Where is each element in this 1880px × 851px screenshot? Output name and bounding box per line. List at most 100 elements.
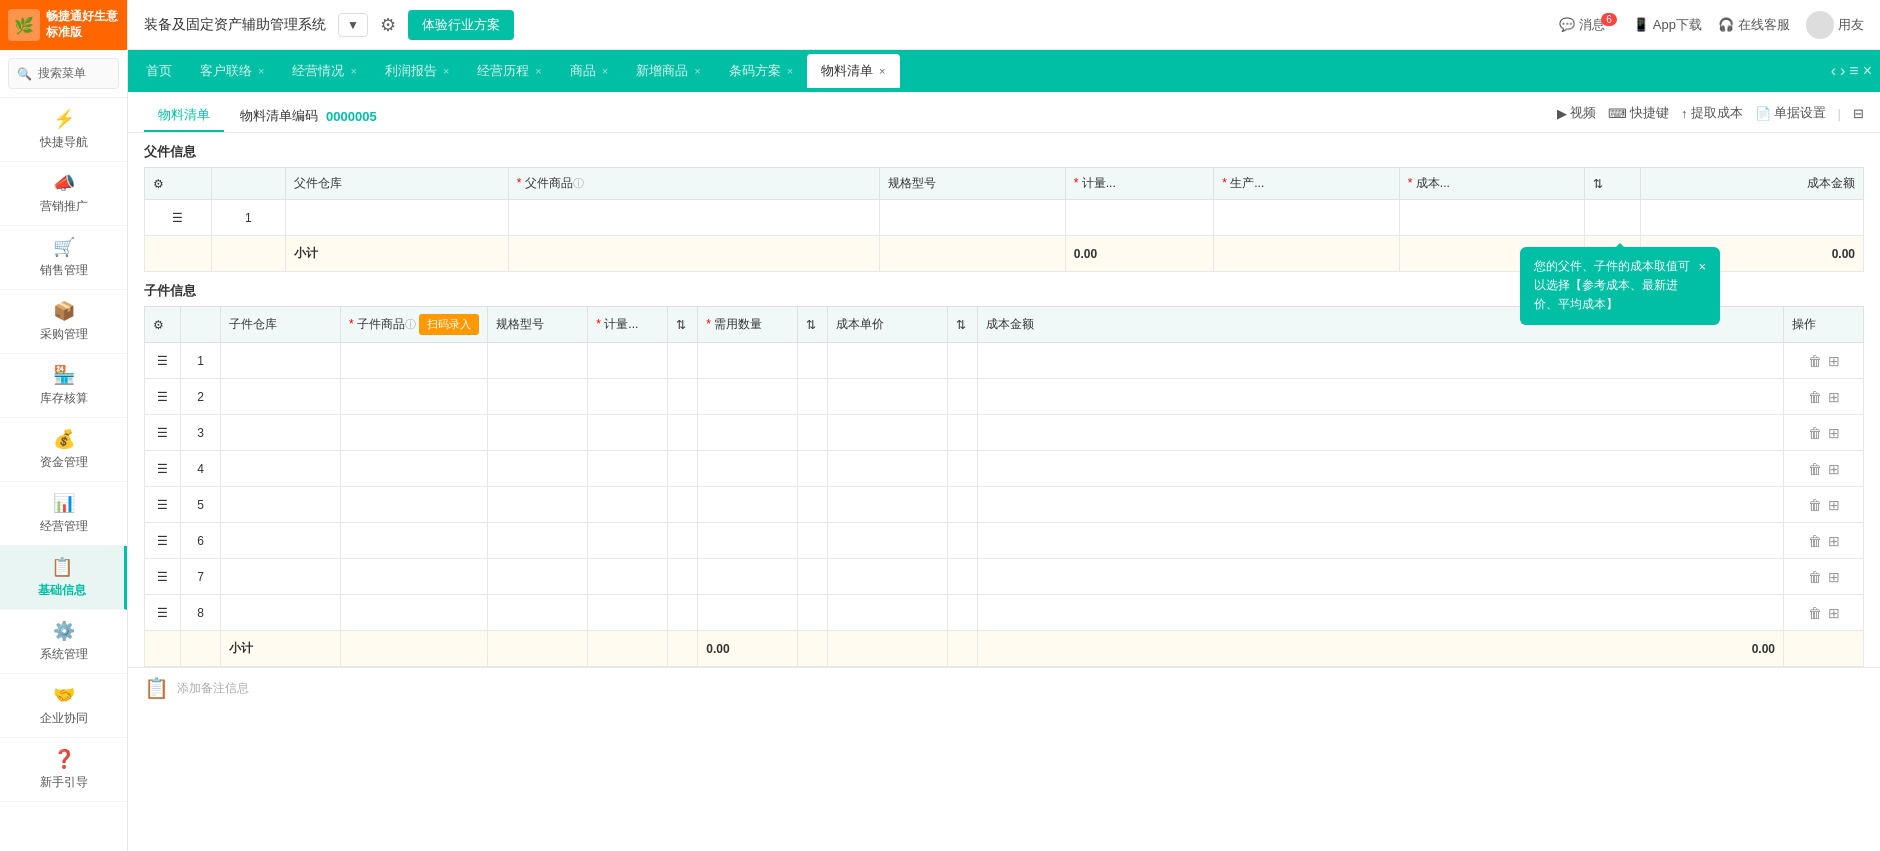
- child-row-qty-sort-7[interactable]: [798, 559, 828, 595]
- tab-operations-status[interactable]: 经营情况 ×: [278, 54, 370, 88]
- child-row-qty-6[interactable]: [698, 523, 798, 559]
- parent-row-production[interactable]: [1214, 200, 1400, 236]
- sidebar-item-marketing[interactable]: 📣 营销推广: [0, 162, 127, 226]
- child-row-gear-5[interactable]: ☰: [145, 487, 181, 523]
- sidebar-item-quick-nav[interactable]: ⚡ 快捷导航: [0, 98, 127, 162]
- child-row-unit-cost-sort-7[interactable]: [948, 559, 978, 595]
- child-row-unit-4[interactable]: [588, 451, 668, 487]
- tooltip-close-button[interactable]: ×: [1698, 257, 1706, 278]
- child-row-spec-6[interactable]: [488, 523, 588, 559]
- trial-button[interactable]: 体验行业方案: [408, 10, 514, 40]
- child-row-gear-6[interactable]: ☰: [145, 523, 181, 559]
- tab-customers[interactable]: 客户联络 ×: [186, 54, 278, 88]
- child-row-qty-sort-8[interactable]: [798, 595, 828, 631]
- extract-cost-button[interactable]: ↑ 提取成本: [1681, 104, 1743, 122]
- parent-row-cost[interactable]: [1399, 200, 1585, 236]
- copy-icon[interactable]: ⊞: [1828, 461, 1840, 477]
- tab-operations-history[interactable]: 经营历程 ×: [463, 54, 555, 88]
- child-row-sort-5[interactable]: [668, 487, 698, 523]
- tab-close-profit-report[interactable]: ×: [443, 65, 449, 77]
- online-service-button[interactable]: 🎧 在线客服: [1718, 16, 1790, 34]
- child-row-product-6[interactable]: [341, 523, 488, 559]
- child-row-cost-amount-1[interactable]: [978, 343, 1784, 379]
- child-row-cost-amount-7[interactable]: [978, 559, 1784, 595]
- child-row-sort-3[interactable]: [668, 415, 698, 451]
- child-row-spec-5[interactable]: [488, 487, 588, 523]
- child-row-unit-cost-sort-8[interactable]: [948, 595, 978, 631]
- child-row-warehouse-4[interactable]: [221, 451, 341, 487]
- child-col-gear[interactable]: ⚙: [145, 307, 181, 343]
- child-row-gear-7[interactable]: ☰: [145, 559, 181, 595]
- delete-icon[interactable]: 🗑: [1808, 497, 1822, 513]
- child-row-product-3[interactable]: [341, 415, 488, 451]
- tab-barcode-plan[interactable]: 条码方案 ×: [715, 54, 807, 88]
- tab-products[interactable]: 商品 ×: [556, 54, 622, 88]
- settings-button[interactable]: ⚙: [380, 14, 396, 36]
- child-row-warehouse-5[interactable]: [221, 487, 341, 523]
- child-row-warehouse-8[interactable]: [221, 595, 341, 631]
- child-row-unit-cost-sort-1[interactable]: [948, 343, 978, 379]
- child-row-gear-4[interactable]: ☰: [145, 451, 181, 487]
- copy-icon[interactable]: ⊞: [1828, 569, 1840, 585]
- child-row-warehouse-1[interactable]: [221, 343, 341, 379]
- sub-tab-bom[interactable]: 物料清单: [144, 100, 224, 132]
- child-row-gear-8[interactable]: ☰: [145, 595, 181, 631]
- delete-icon[interactable]: 🗑: [1808, 533, 1822, 549]
- sidebar-item-cooperation[interactable]: 🤝 企业协同: [0, 674, 127, 738]
- sidebar-item-guide[interactable]: ❓ 新手引导: [0, 738, 127, 802]
- sidebar-item-sales[interactable]: 🛒 销售管理: [0, 226, 127, 290]
- child-row-spec-3[interactable]: [488, 415, 588, 451]
- parent-row-warehouse[interactable]: [286, 200, 509, 236]
- child-row-qty-sort-5[interactable]: [798, 487, 828, 523]
- tab-profit-report[interactable]: 利润报告 ×: [371, 54, 463, 88]
- child-row-spec-4[interactable]: [488, 451, 588, 487]
- copy-icon[interactable]: ⊞: [1828, 389, 1840, 405]
- child-row-qty-1[interactable]: [698, 343, 798, 379]
- child-row-unit-cost-5[interactable]: [828, 487, 948, 523]
- child-row-warehouse-6[interactable]: [221, 523, 341, 559]
- child-row-qty-7[interactable]: [698, 559, 798, 595]
- sidebar-item-purchase[interactable]: 📦 采购管理: [0, 290, 127, 354]
- sidebar-item-basic-info[interactable]: 📋 基础信息: [0, 546, 127, 610]
- tab-new-products[interactable]: 新增商品 ×: [622, 54, 714, 88]
- delete-icon[interactable]: 🗑: [1808, 569, 1822, 585]
- copy-icon[interactable]: ⊞: [1828, 497, 1840, 513]
- user-profile-button[interactable]: 用友: [1806, 11, 1864, 39]
- child-row-qty-sort-4[interactable]: [798, 451, 828, 487]
- child-row-product-4[interactable]: [341, 451, 488, 487]
- copy-icon[interactable]: ⊞: [1828, 425, 1840, 441]
- parent-row-sort[interactable]: [1585, 200, 1641, 236]
- child-row-qty-2[interactable]: [698, 379, 798, 415]
- child-row-qty-sort-6[interactable]: [798, 523, 828, 559]
- child-row-qty-4[interactable]: [698, 451, 798, 487]
- child-row-warehouse-3[interactable]: [221, 415, 341, 451]
- child-row-sort-6[interactable]: [668, 523, 698, 559]
- tab-close-new-products[interactable]: ×: [694, 65, 700, 77]
- copy-icon[interactable]: ⊞: [1828, 605, 1840, 621]
- child-row-unit-1[interactable]: [588, 343, 668, 379]
- child-row-unit-cost-sort-2[interactable]: [948, 379, 978, 415]
- child-row-qty-sort-3[interactable]: [798, 415, 828, 451]
- parent-row-spec[interactable]: [880, 200, 1066, 236]
- delete-icon[interactable]: 🗑: [1808, 461, 1822, 477]
- child-row-qty-3[interactable]: [698, 415, 798, 451]
- parent-row-unit[interactable]: [1065, 200, 1214, 236]
- child-row-sort-1[interactable]: [668, 343, 698, 379]
- child-row-warehouse-2[interactable]: [221, 379, 341, 415]
- child-row-unit-cost-8[interactable]: [828, 595, 948, 631]
- copy-icon[interactable]: ⊞: [1828, 353, 1840, 369]
- toolbar-collapse-button[interactable]: ⊟: [1853, 106, 1864, 121]
- child-row-sort-7[interactable]: [668, 559, 698, 595]
- message-button[interactable]: 💬 消息 6: [1559, 16, 1617, 34]
- system-dropdown-button[interactable]: ▼: [338, 13, 368, 37]
- child-row-cost-amount-6[interactable]: [978, 523, 1784, 559]
- child-row-cost-amount-8[interactable]: [978, 595, 1784, 631]
- child-row-unit-cost-sort-3[interactable]: [948, 415, 978, 451]
- tab-menu-button[interactable]: ≡: [1849, 62, 1858, 80]
- tab-close-customers[interactable]: ×: [258, 65, 264, 77]
- child-row-qty-5[interactable]: [698, 487, 798, 523]
- child-row-qty-8[interactable]: [698, 595, 798, 631]
- child-row-warehouse-7[interactable]: [221, 559, 341, 595]
- child-row-sort-2[interactable]: [668, 379, 698, 415]
- child-row-product-2[interactable]: [341, 379, 488, 415]
